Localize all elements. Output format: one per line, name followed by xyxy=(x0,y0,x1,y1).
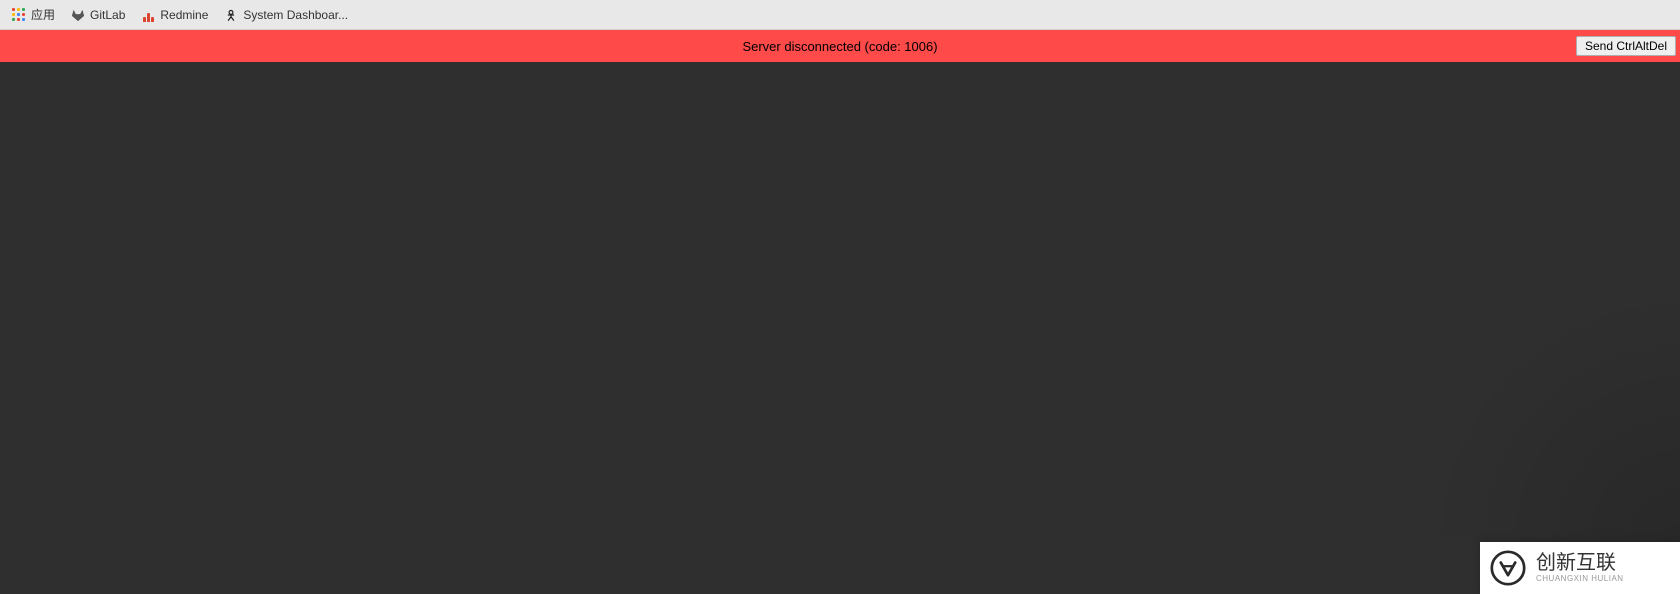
vnc-status-bar: Server disconnected (code: 1006) Send Ct… xyxy=(0,30,1680,62)
bookmark-redmine[interactable]: Redmine xyxy=(135,5,214,25)
bookmark-apps-label: 应用 xyxy=(31,6,55,23)
vnc-canvas[interactable]: 创新互联 CHUANGXIN HULIAN xyxy=(0,62,1680,594)
watermark-logo-icon xyxy=(1490,550,1526,586)
watermark-text: 创新互联 CHUANGXIN HULIAN xyxy=(1536,553,1624,583)
apps-grid-icon xyxy=(12,8,26,22)
watermark-brand-en: CHUANGXIN HULIAN xyxy=(1536,575,1624,583)
send-ctrl-alt-del-button[interactable]: Send CtrlAltDel xyxy=(1576,36,1676,56)
corner-shadow xyxy=(1420,282,1680,542)
watermark-badge: 创新互联 CHUANGXIN HULIAN xyxy=(1480,542,1680,594)
dashboard-icon xyxy=(224,8,238,22)
bookmark-redmine-label: Redmine xyxy=(160,8,208,22)
bookmark-gitlab[interactable]: GitLab xyxy=(65,5,131,25)
gitlab-icon xyxy=(71,8,85,22)
bookmarks-bar: 应用 GitLab Redmine System Dashboar... xyxy=(0,0,1680,30)
redmine-icon xyxy=(141,8,155,22)
bookmark-dashboard[interactable]: System Dashboar... xyxy=(218,5,354,25)
bookmark-dashboard-label: System Dashboar... xyxy=(243,8,348,22)
bookmark-gitlab-label: GitLab xyxy=(90,8,125,22)
watermark-brand-cn: 创新互联 xyxy=(1536,553,1624,573)
status-message: Server disconnected (code: 1006) xyxy=(742,39,937,54)
bookmark-apps[interactable]: 应用 xyxy=(6,3,61,26)
